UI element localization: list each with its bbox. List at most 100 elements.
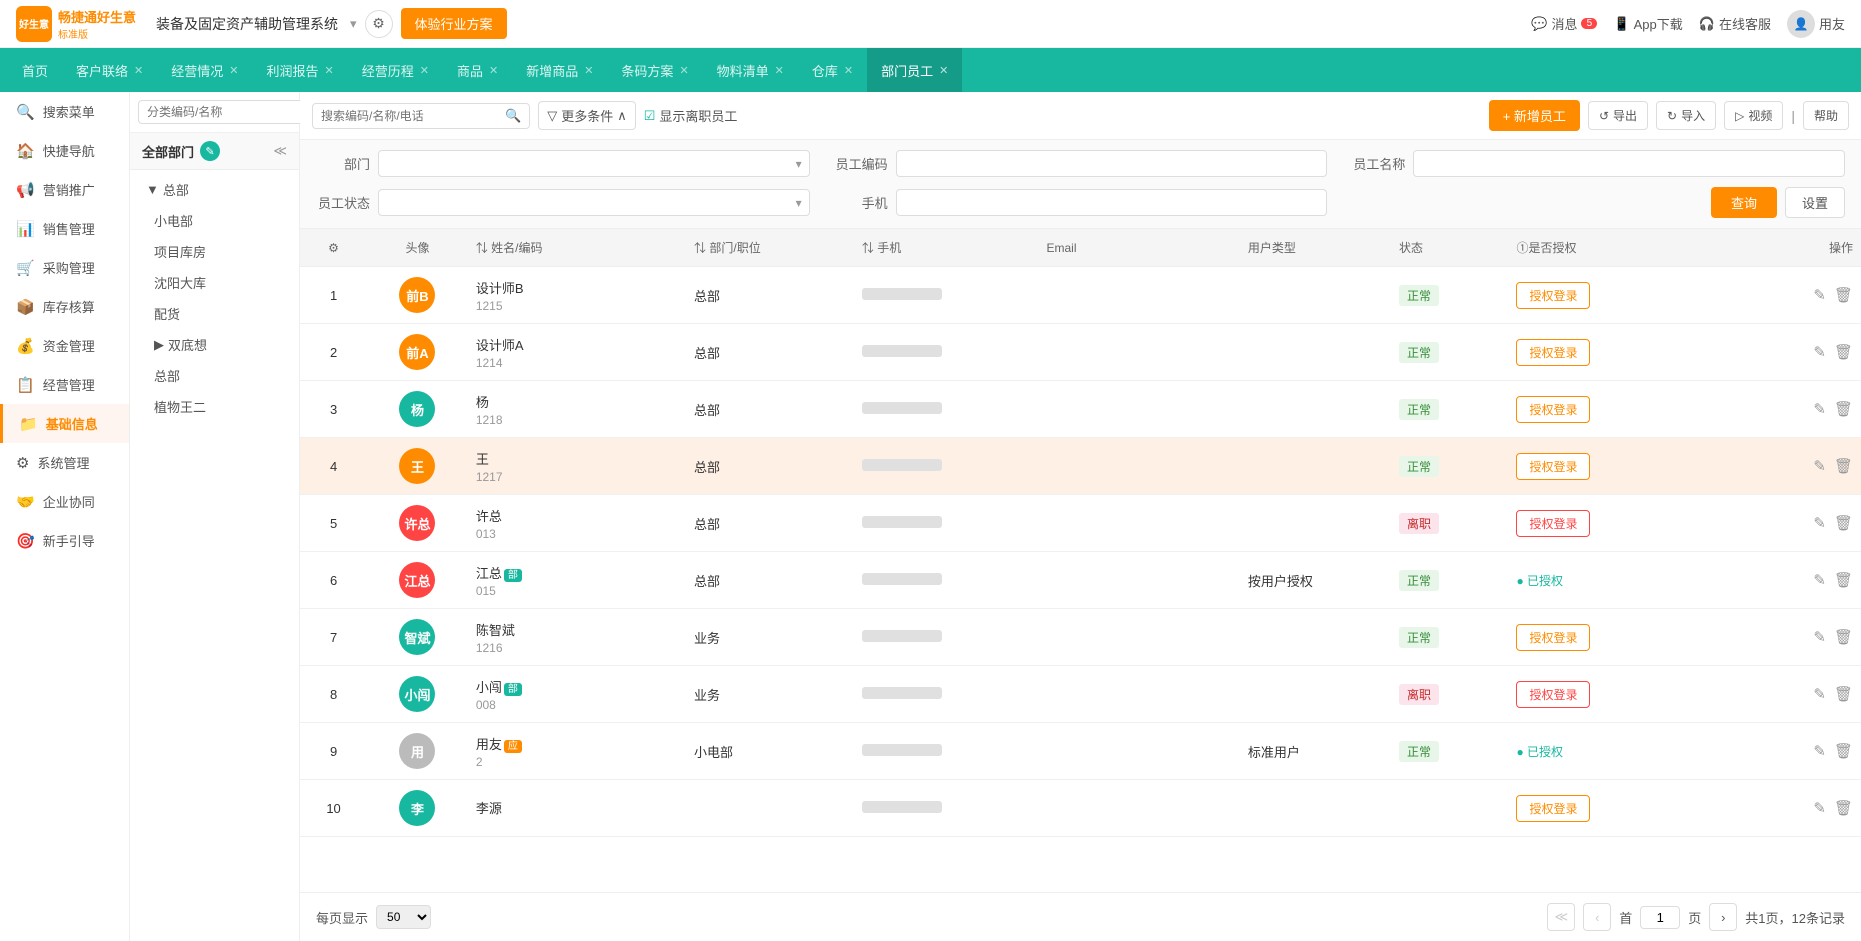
prev-page-button[interactable]: ‹: [1583, 903, 1611, 931]
close-icon[interactable]: ✕: [844, 64, 853, 77]
auth-button[interactable]: 授权登录: [1516, 453, 1590, 480]
delete-button[interactable]: 🗑: [1834, 628, 1853, 646]
edit-button[interactable]: ✎: [1813, 514, 1826, 532]
user-menu[interactable]: 👤 用友: [1787, 10, 1845, 38]
auth-button[interactable]: 授权登录: [1516, 282, 1590, 309]
close-icon[interactable]: ✕: [134, 64, 143, 77]
tab-warehouse[interactable]: 仓库 ✕: [798, 48, 867, 92]
dept-node-delivery[interactable]: 配货: [130, 298, 299, 329]
auth-button[interactable]: 授权登录: [1516, 681, 1590, 708]
edit-button[interactable]: ✎: [1813, 286, 1826, 304]
view-button[interactable]: ▷ 视频: [1724, 101, 1783, 130]
dept-node-plant[interactable]: 植物王二: [130, 391, 299, 422]
sidebar-item-sales[interactable]: 📊 销售管理: [0, 209, 129, 248]
help-button[interactable]: 帮助: [1803, 101, 1849, 130]
auth-button[interactable]: 授权登录: [1516, 624, 1590, 651]
sidebar-item-purchase[interactable]: 🛒 采购管理: [0, 248, 129, 287]
reset-button[interactable]: 设置: [1785, 187, 1845, 218]
phone-input[interactable]: [896, 189, 1328, 216]
sidebar-item-nav[interactable]: 🏠 快捷导航: [0, 131, 129, 170]
trial-button[interactable]: 体验行业方案: [401, 8, 507, 39]
tab-profit[interactable]: 利润报告 ✕: [252, 48, 347, 92]
next-page-button[interactable]: ›: [1709, 903, 1737, 931]
tab-operation[interactable]: 经营情况 ✕: [157, 48, 252, 92]
edit-button[interactable]: ✎: [1813, 799, 1826, 817]
tab-home[interactable]: 首页: [8, 48, 62, 92]
auth-button[interactable]: 授权登录: [1516, 339, 1590, 366]
sort-icon[interactable]: ⇅: [476, 241, 488, 255]
close-icon[interactable]: ✕: [229, 64, 238, 77]
delete-button[interactable]: 🗑: [1834, 685, 1853, 703]
page-size-select[interactable]: 50 100 200: [376, 905, 431, 929]
delete-button[interactable]: 🗑: [1834, 514, 1853, 532]
auth-button[interactable]: 授权登录: [1516, 795, 1590, 822]
sidebar-item-mgmt[interactable]: 📋 经营管理: [0, 365, 129, 404]
sidebar-item-guide[interactable]: 🎯 新手引导: [0, 521, 129, 560]
search-input[interactable]: [321, 109, 501, 123]
edit-button[interactable]: ✎: [1813, 457, 1826, 475]
dept-node-project[interactable]: 项目库房: [130, 236, 299, 267]
edit-button[interactable]: ✎: [1813, 685, 1826, 703]
sidebar-item-system[interactable]: ⚙ 系统管理: [0, 443, 129, 482]
delete-button[interactable]: 🗑: [1834, 799, 1853, 817]
edit-button[interactable]: ✎: [1813, 343, 1826, 361]
dept-collapse-button[interactable]: ≪: [273, 143, 287, 159]
app-download-button[interactable]: 📱 App下载: [1613, 14, 1682, 33]
tab-new-goods[interactable]: 新增商品 ✕: [512, 48, 607, 92]
tab-goods[interactable]: 商品 ✕: [443, 48, 512, 92]
empcode-input[interactable]: [896, 150, 1328, 177]
page-number-input[interactable]: [1640, 906, 1680, 929]
tab-barcode[interactable]: 条码方案 ✕: [607, 48, 702, 92]
dept-node-small-elec[interactable]: 小电部: [130, 205, 299, 236]
edit-button[interactable]: ✎: [1813, 742, 1826, 760]
online-service-button[interactable]: 🎧 在线客服: [1699, 14, 1771, 33]
delete-button[interactable]: 🗑: [1834, 742, 1853, 760]
dept-node-shenyang[interactable]: 沈阳大库: [130, 267, 299, 298]
sidebar-item-inventory[interactable]: 📦 库存核算: [0, 287, 129, 326]
sort-icon-dept[interactable]: ⇅: [694, 241, 706, 255]
status-select[interactable]: [378, 189, 810, 216]
tab-customer[interactable]: 客户联络 ✕: [62, 48, 157, 92]
edit-button[interactable]: ✎: [1813, 400, 1826, 418]
sidebar-item-marketing[interactable]: 📢 营销推广: [0, 170, 129, 209]
auth-button[interactable]: 授权登录: [1516, 396, 1590, 423]
export-button[interactable]: ↺ 导出: [1588, 101, 1648, 130]
close-icon[interactable]: ✕: [679, 64, 688, 77]
tab-employee[interactable]: 部门员工 ✕: [867, 48, 962, 92]
sidebar-item-search[interactable]: 🔍 搜索菜单: [0, 92, 129, 131]
search-icon[interactable]: 🔍: [505, 108, 521, 124]
add-employee-button[interactable]: + 新增员工: [1489, 100, 1580, 131]
delete-button[interactable]: 🗑: [1834, 457, 1853, 475]
delete-button[interactable]: 🗑: [1834, 286, 1853, 304]
tab-history[interactable]: 经营历程 ✕: [348, 48, 443, 92]
import-button[interactable]: ↻ 导入: [1656, 101, 1716, 130]
close-icon[interactable]: ✕: [775, 64, 784, 77]
more-filter-button[interactable]: ▽ 更多条件 ∧: [538, 101, 636, 130]
empname-input[interactable]: [1413, 150, 1845, 177]
close-icon[interactable]: ✕: [939, 64, 948, 77]
tab-bom[interactable]: 物料清单 ✕: [703, 48, 798, 92]
close-icon[interactable]: ✕: [489, 64, 498, 77]
sidebar-item-finance[interactable]: 💰 资金管理: [0, 326, 129, 365]
close-icon[interactable]: ✕: [325, 64, 334, 77]
sort-icon-phone[interactable]: ⇅: [862, 241, 874, 255]
close-icon[interactable]: ✕: [584, 64, 593, 77]
delete-button[interactable]: 🗑: [1834, 400, 1853, 418]
delete-button[interactable]: 🗑: [1834, 571, 1853, 589]
settings-icon[interactable]: ⚙: [328, 241, 339, 255]
search-button[interactable]: 查询: [1711, 187, 1777, 218]
dept-search-input[interactable]: [138, 100, 311, 124]
edit-button[interactable]: ✎: [1813, 571, 1826, 589]
sidebar-item-basic[interactable]: 📁 基础信息: [0, 404, 129, 443]
delete-button[interactable]: 🗑: [1834, 343, 1853, 361]
close-icon[interactable]: ✕: [420, 64, 429, 77]
sidebar-item-collab[interactable]: 🤝 企业协同: [0, 482, 129, 521]
first-page-button[interactable]: ≪: [1547, 903, 1575, 931]
edit-button[interactable]: ✎: [1813, 628, 1826, 646]
dept-node-double[interactable]: ▶ 双底想: [130, 329, 299, 360]
show-inactive-checkbox[interactable]: ☑ 显示离职员工: [644, 106, 738, 125]
gear-button[interactable]: ⚙: [365, 10, 393, 38]
dept-select[interactable]: [378, 150, 810, 177]
dept-edit-button[interactable]: ✎: [200, 141, 220, 161]
dept-node-hq2[interactable]: 总部: [130, 360, 299, 391]
